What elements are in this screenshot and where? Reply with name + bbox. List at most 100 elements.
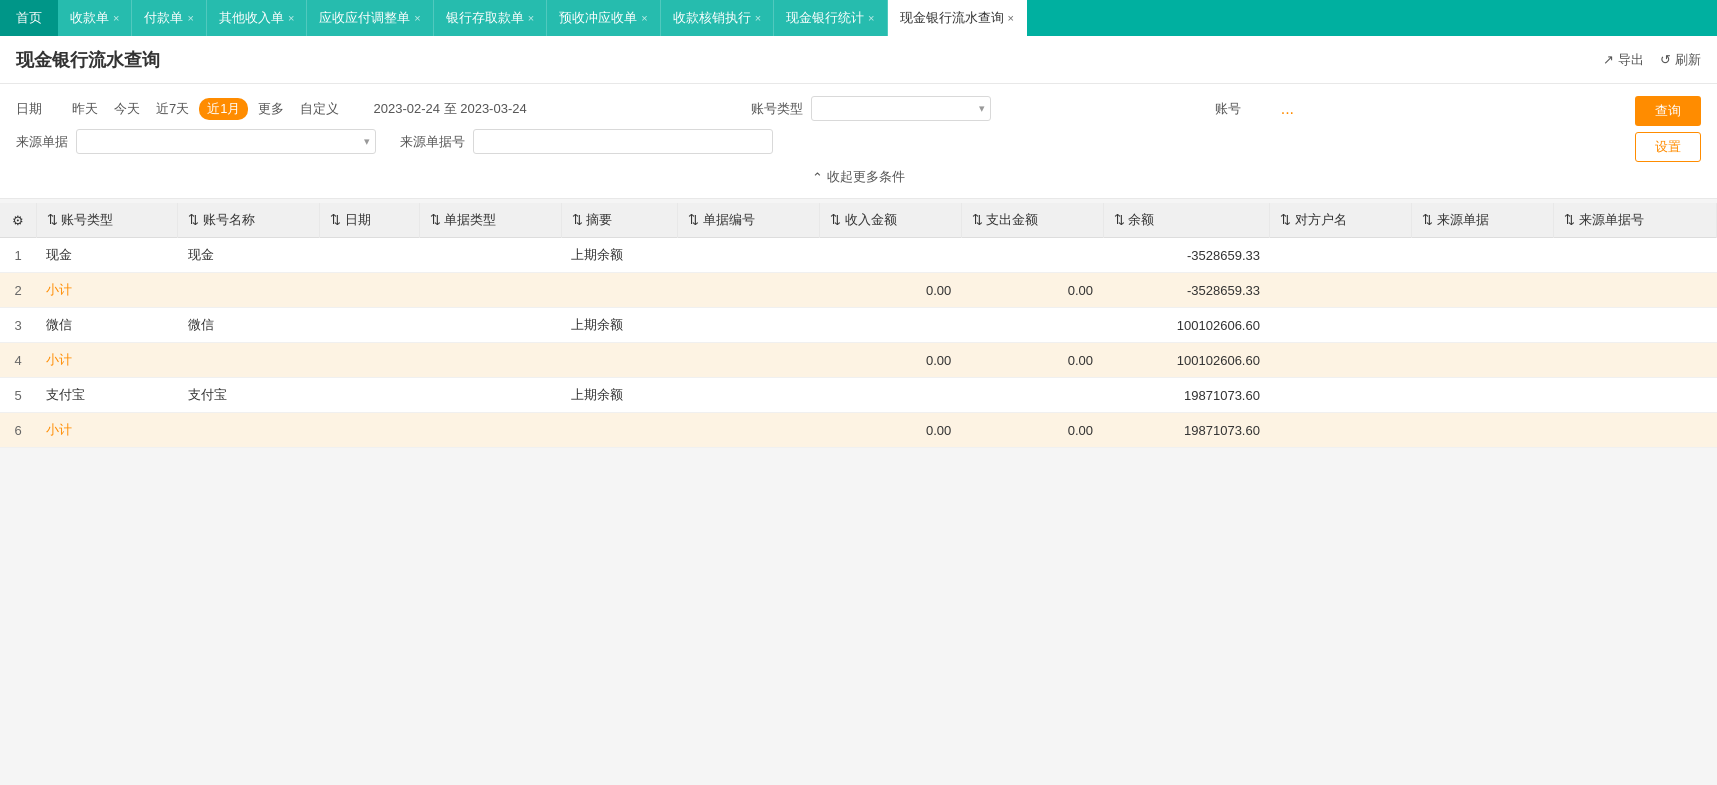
cell-balance: -3528659.33 — [1103, 273, 1270, 308]
settings-button[interactable]: 设置 — [1635, 132, 1701, 162]
date-opt-custom[interactable]: 自定义 — [294, 98, 345, 120]
nav-tab-qitashouru[interactable]: 其他收入单 × — [207, 0, 307, 36]
col-doc-type: ⇅ 单据类型 — [419, 203, 561, 238]
cell-source-doc-no — [1554, 308, 1717, 343]
cell-account-name: 现金 — [178, 238, 320, 273]
col-balance: ⇅ 余额 — [1103, 203, 1270, 238]
close-icon[interactable]: × — [187, 12, 193, 24]
cell-account-name: 支付宝 — [178, 378, 320, 413]
cell-income: 0.00 — [819, 343, 961, 378]
chevron-up-icon: ⌃ — [812, 170, 823, 185]
date-opt-1month[interactable]: 近1月 — [199, 98, 248, 120]
filter-area: 日期 昨天 今天 近7天 近1月 更多 自定义 2023-02-24 至 202… — [0, 84, 1717, 199]
cell-account-type: 现金 — [36, 238, 178, 273]
filter-row-date: 日期 昨天 今天 近7天 近1月 更多 自定义 2023-02-24 至 202… — [16, 96, 1635, 121]
nav-tab-fukuandan[interactable]: 付款单 × — [132, 0, 206, 36]
col-date: ⇅ 日期 — [320, 203, 420, 238]
date-opt-yesterday[interactable]: 昨天 — [66, 98, 104, 120]
date-opt-7days[interactable]: 近7天 — [150, 98, 195, 120]
close-icon[interactable]: × — [868, 12, 874, 24]
cell-source-doc-no — [1554, 343, 1717, 378]
close-icon[interactable]: × — [414, 12, 420, 24]
date-opt-more[interactable]: 更多 — [252, 98, 290, 120]
cell-source-doc — [1412, 378, 1554, 413]
cell-source-doc-no — [1554, 273, 1717, 308]
cell-doc-no — [678, 378, 820, 413]
nav-tab-yingshoutiaozheng[interactable]: 应收应付调整单 × — [307, 0, 433, 36]
account-dots[interactable]: ... — [1281, 100, 1294, 118]
table-row: 5 支付宝 支付宝 上期余额 19871073.60 — [0, 378, 1717, 413]
account-label: 账号 — [1215, 100, 1265, 118]
nav-tab-yushouchong[interactable]: 预收冲应收单 × — [547, 0, 660, 36]
nav-tab-yinhangcunkuan[interactable]: 银行存取款单 × — [434, 0, 547, 36]
nav-tab-shoukuandan[interactable]: 收款单 × — [58, 0, 132, 36]
header-actions: ↗ 导出 ↺ 刷新 — [1603, 51, 1701, 69]
export-icon: ↗ — [1603, 52, 1614, 67]
top-nav: 首页 收款单 × 付款单 × 其他收入单 × 应收应付调整单 × 银行存取款单 … — [0, 0, 1717, 36]
cell-account-name — [178, 343, 320, 378]
cell-counterpart — [1270, 273, 1412, 308]
refresh-icon: ↺ — [1660, 52, 1671, 67]
account-type-label: 账号类型 — [751, 100, 803, 118]
close-icon[interactable]: × — [288, 12, 294, 24]
cell-account-type: 支付宝 — [36, 378, 178, 413]
nav-tab-xianjintongji[interactable]: 现金银行统计 × — [774, 0, 887, 36]
column-settings[interactable]: ⚙ — [0, 203, 36, 238]
row-num: 2 — [0, 273, 36, 308]
page-title: 现金银行流水查询 — [16, 48, 160, 72]
date-opt-today[interactable]: 今天 — [108, 98, 146, 120]
col-summary: ⇅ 摘要 — [561, 203, 678, 238]
nav-tab-shoukuanhexiao[interactable]: 收款核销执行 × — [661, 0, 774, 36]
cell-date — [320, 273, 420, 308]
table-row: 2 小计 0.00 0.00 -3528659.33 — [0, 273, 1717, 308]
query-button[interactable]: 查询 — [1635, 96, 1701, 126]
cell-counterpart — [1270, 343, 1412, 378]
table-row: 6 小计 0.00 0.00 19871073.60 — [0, 413, 1717, 448]
cell-source-doc — [1412, 273, 1554, 308]
close-icon[interactable]: × — [528, 12, 534, 24]
row-num: 3 — [0, 308, 36, 343]
cell-source-doc-no — [1554, 378, 1717, 413]
filter-row-source: 来源单据 ▾ 来源单据号 — [16, 129, 1635, 154]
source-doc-num-label: 来源单据号 — [400, 133, 465, 151]
cell-summary — [561, 343, 678, 378]
close-icon[interactable]: × — [755, 12, 761, 24]
cell-income: 0.00 — [819, 413, 961, 448]
source-doc-num-input[interactable] — [473, 129, 773, 154]
cell-doc-no — [678, 308, 820, 343]
nav-home[interactable]: 首页 — [0, 0, 58, 36]
col-source-doc-no: ⇅ 来源单据号 — [1554, 203, 1717, 238]
cell-doc-type — [419, 308, 561, 343]
table-row: 3 微信 微信 上期余额 100102606.60 — [0, 308, 1717, 343]
table-header-row: ⚙ ⇅ 账号类型 ⇅ 账号名称 ⇅ 日期 ⇅ 单据类型 ⇅ — [0, 203, 1717, 238]
cell-counterpart — [1270, 413, 1412, 448]
source-doc-select-wrapper: ▾ — [76, 129, 376, 154]
cell-account-name: 微信 — [178, 308, 320, 343]
cell-source-doc-no — [1554, 413, 1717, 448]
refresh-button[interactable]: ↺ 刷新 — [1660, 51, 1701, 69]
cell-balance: 100102606.60 — [1103, 343, 1270, 378]
cell-source-doc-no — [1554, 238, 1717, 273]
cell-expense: 0.00 — [961, 273, 1103, 308]
table-body: 1 现金 现金 上期余额 -3528659.33 2 小计 0.00 0.00 … — [0, 238, 1717, 448]
close-icon[interactable]: × — [113, 12, 119, 24]
cell-source-doc — [1412, 343, 1554, 378]
cell-source-doc — [1412, 238, 1554, 273]
col-account-name: ⇅ 账号名称 — [178, 203, 320, 238]
collapse-more-button[interactable]: ⌃ 收起更多条件 — [16, 162, 1701, 186]
cell-income — [819, 378, 961, 413]
cell-doc-type — [419, 343, 561, 378]
cell-account-name — [178, 273, 320, 308]
row-num: 1 — [0, 238, 36, 273]
export-button[interactable]: ↗ 导出 — [1603, 51, 1644, 69]
cell-doc-type — [419, 238, 561, 273]
date-label: 日期 — [16, 100, 66, 118]
account-type-select[interactable] — [811, 96, 991, 121]
source-doc-select[interactable] — [76, 129, 376, 154]
right-actions: 查询 设置 — [1635, 96, 1701, 162]
cell-summary — [561, 273, 678, 308]
close-icon[interactable]: × — [1008, 12, 1014, 24]
close-icon[interactable]: × — [641, 12, 647, 24]
row-num: 6 — [0, 413, 36, 448]
nav-tab-liushuichaxun[interactable]: 现金银行流水查询 × — [888, 0, 1027, 36]
